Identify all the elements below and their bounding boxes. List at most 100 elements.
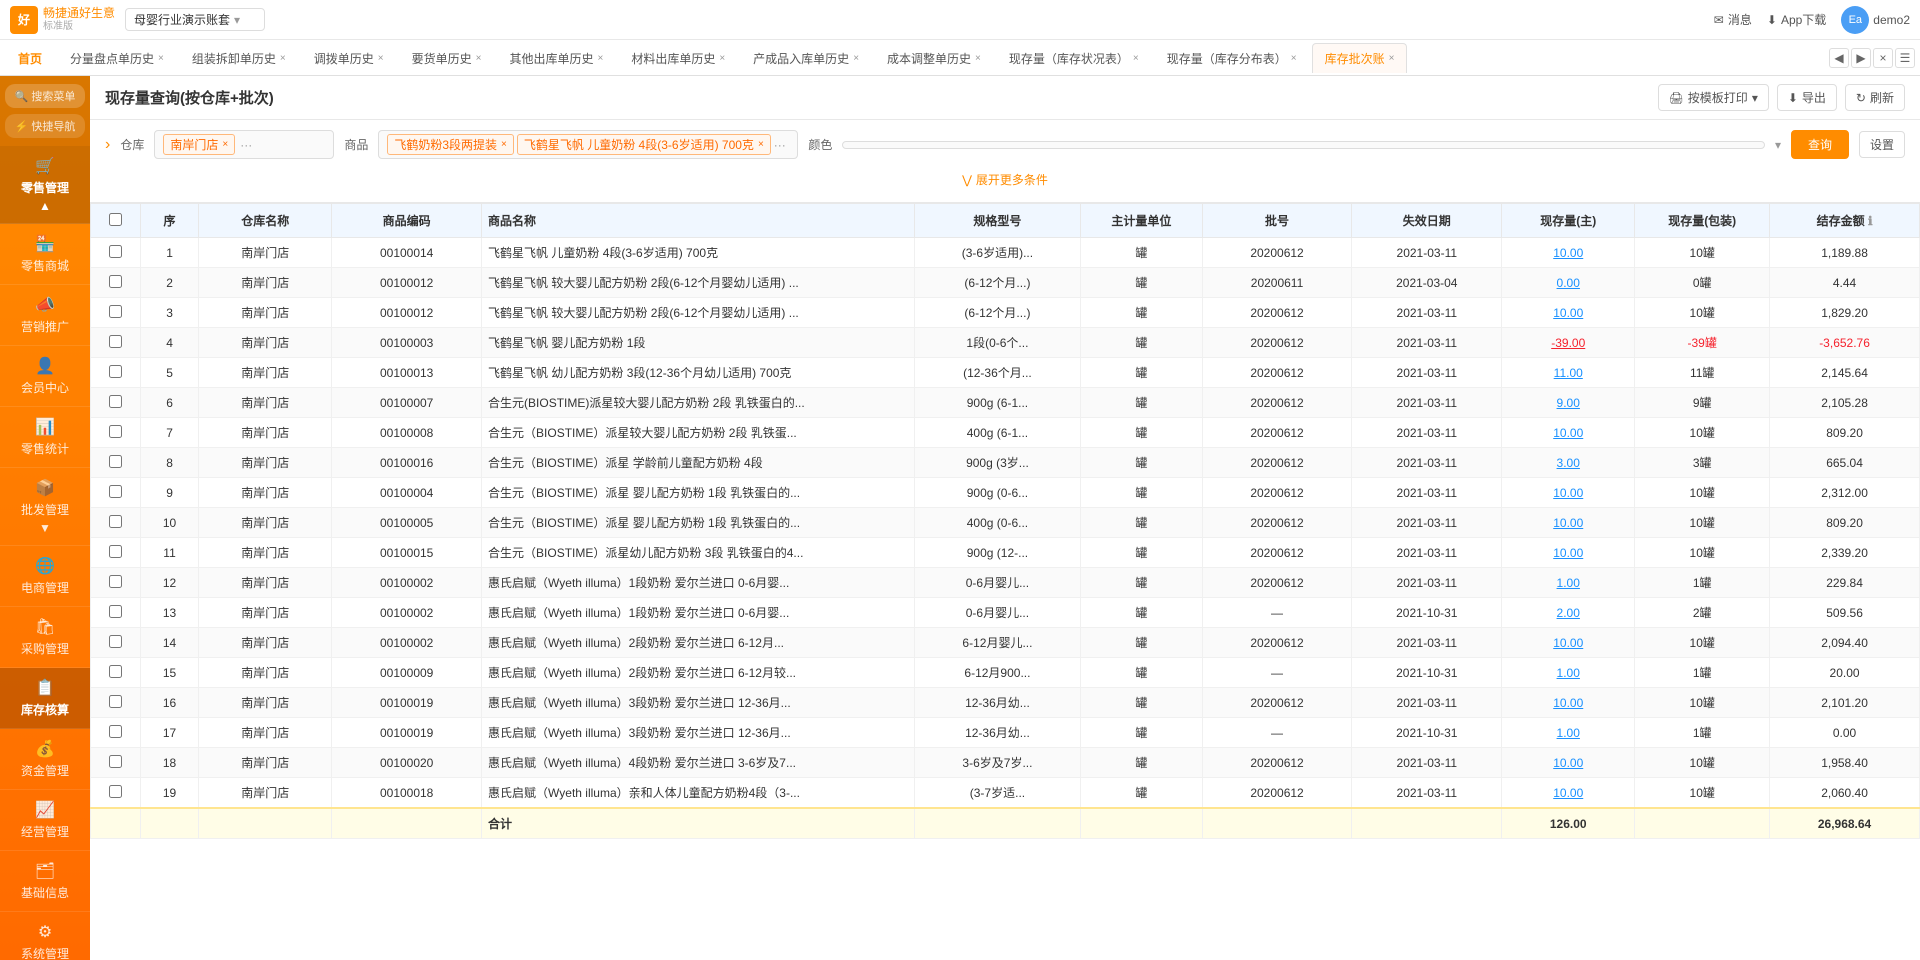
row-checkbox[interactable] [109,515,122,528]
tab-yaohuo[interactable]: 要货单历史 × [399,43,495,73]
row-check[interactable] [91,688,141,718]
user-area[interactable]: Ea demo2 [1841,6,1910,34]
row-qty[interactable]: 10.00 [1502,748,1635,778]
product-tag-2-close[interactable]: × [758,139,764,150]
close-icon[interactable]: × [853,53,859,64]
row-check[interactable] [91,658,141,688]
row-checkbox[interactable] [109,425,122,438]
product-tag-1-close[interactable]: × [501,139,507,150]
row-check[interactable] [91,478,141,508]
color-filter-field[interactable] [842,141,1765,149]
product-filter-field[interactable]: 飞鹤奶粉3段两提装 × 飞鹤星飞帆 儿童奶粉 4段(3-6岁适用) 700克 ×… [378,130,798,159]
sidebar-item-ecom[interactable]: 🌐 电商管理 [0,546,90,607]
nav-prev-button[interactable]: ◀ [1829,48,1849,68]
row-qty[interactable]: 1.00 [1502,718,1635,748]
tab-cailiao[interactable]: 材料出库单历史 × [618,43,738,73]
row-checkbox[interactable] [109,665,122,678]
nav-next-button[interactable]: ▶ [1851,48,1871,68]
row-checkbox[interactable] [109,455,122,468]
row-check[interactable] [91,628,141,658]
row-checkbox[interactable] [109,365,122,378]
row-qty[interactable]: 10.00 [1502,298,1635,328]
expand-more-button[interactable]: ⋁ 展开更多条件 [958,167,1052,192]
row-qty[interactable]: 10.00 [1502,418,1635,448]
message-button[interactable]: ✉ 消息 [1714,11,1752,28]
settings-button[interactable]: 设置 [1859,131,1905,158]
row-qty[interactable]: 10.00 [1502,238,1635,268]
row-qty[interactable]: 1.00 [1502,658,1635,688]
row-checkbox[interactable] [109,755,122,768]
row-checkbox[interactable] [109,305,122,318]
query-button[interactable]: 查询 [1791,130,1849,159]
sidebar-item-retail[interactable]: 🛒 零售管理 ▲ [0,146,90,224]
close-icon[interactable]: × [280,53,286,64]
row-checkbox[interactable] [109,335,122,348]
close-icon[interactable]: × [1389,53,1395,64]
tab-diaob[interactable]: 调拨单历史 × [301,43,397,73]
row-checkbox[interactable] [109,245,122,258]
row-qty[interactable]: 9.00 [1502,388,1635,418]
tab-kuzchuang[interactable]: 现存量（库存状况表） × [996,43,1152,73]
sidebar-item-operation[interactable]: 📈 经营管理 [0,790,90,851]
row-checkbox[interactable] [109,395,122,408]
close-icon[interactable]: × [1291,53,1297,64]
row-qty[interactable]: 10.00 [1502,628,1635,658]
org-selector[interactable]: 母婴行业演示账套 ▾ [125,8,265,31]
amount-info-icon[interactable]: ℹ [1868,214,1873,228]
row-qty[interactable]: 3.00 [1502,448,1635,478]
row-checkbox[interactable] [109,605,122,618]
row-check[interactable] [91,448,141,478]
row-qty[interactable]: 10.00 [1502,688,1635,718]
row-qty[interactable]: 10.00 [1502,508,1635,538]
row-check[interactable] [91,508,141,538]
close-icon[interactable]: × [476,53,482,64]
row-check[interactable] [91,538,141,568]
warehouse-tag-close[interactable]: × [222,139,228,150]
row-check[interactable] [91,748,141,778]
row-checkbox[interactable] [109,725,122,738]
color-dropdown-icon[interactable]: ▾ [1775,138,1781,152]
nav-menu-button[interactable]: ☰ [1895,48,1915,68]
sidebar-item-wholesale[interactable]: 📦 批发管理 ▼ [0,468,90,546]
row-qty[interactable]: -39.00 [1502,328,1635,358]
sidebar-item-marketing[interactable]: 📣 营销推广 [0,285,90,346]
tab-kuzpizhang[interactable]: 库存批次账 × [1312,43,1408,73]
tab-home[interactable]: 首页 [5,43,55,73]
tab-chancheng[interactable]: 产成品入库单历史 × [740,43,872,73]
row-checkbox[interactable] [109,695,122,708]
filter-expand-arrow[interactable]: › [105,136,110,154]
row-check[interactable] [91,568,141,598]
export-button[interactable]: ⬇ 导出 [1777,84,1837,111]
row-check[interactable] [91,598,141,628]
sidebar-search[interactable]: 🔍 搜索菜单 [5,84,85,108]
row-check[interactable] [91,328,141,358]
row-checkbox[interactable] [109,635,122,648]
close-icon[interactable]: × [158,53,164,64]
tab-chengben[interactable]: 成本调整单历史 × [874,43,994,73]
close-icon[interactable]: × [378,53,384,64]
app-download-button[interactable]: ⬇ App下载 [1767,11,1826,28]
row-qty[interactable]: 10.00 [1502,778,1635,809]
sidebar-item-purchase[interactable]: 🛍 采购管理 [0,607,90,668]
row-qty[interactable]: 0.00 [1502,268,1635,298]
row-checkbox[interactable] [109,785,122,798]
row-check[interactable] [91,388,141,418]
sidebar-item-stats[interactable]: 📊 零售统计 [0,407,90,468]
row-qty[interactable]: 11.00 [1502,358,1635,388]
tab-fenpan[interactable]: 分量盘点单历史 × [57,43,177,73]
close-icon[interactable]: × [1133,53,1139,64]
sidebar-item-system[interactable]: ⚙ 系统管理 [0,912,90,960]
warehouse-filter-field[interactable]: 南岸门店 × ··· [154,130,334,159]
sidebar-item-inventory[interactable]: 📋 库存核算 [0,668,90,729]
row-checkbox[interactable] [109,545,122,558]
close-icon[interactable]: × [975,53,981,64]
row-check[interactable] [91,778,141,809]
row-qty[interactable]: 1.00 [1502,568,1635,598]
sidebar-item-basic[interactable]: 🗂 基础信息 [0,851,90,912]
sidebar-item-member[interactable]: 👤 会员中心 [0,346,90,407]
select-all-checkbox[interactable] [109,213,122,226]
tab-zuhe[interactable]: 组装拆卸单历史 × [179,43,299,73]
row-check[interactable] [91,268,141,298]
row-check[interactable] [91,358,141,388]
row-qty[interactable]: 10.00 [1502,538,1635,568]
